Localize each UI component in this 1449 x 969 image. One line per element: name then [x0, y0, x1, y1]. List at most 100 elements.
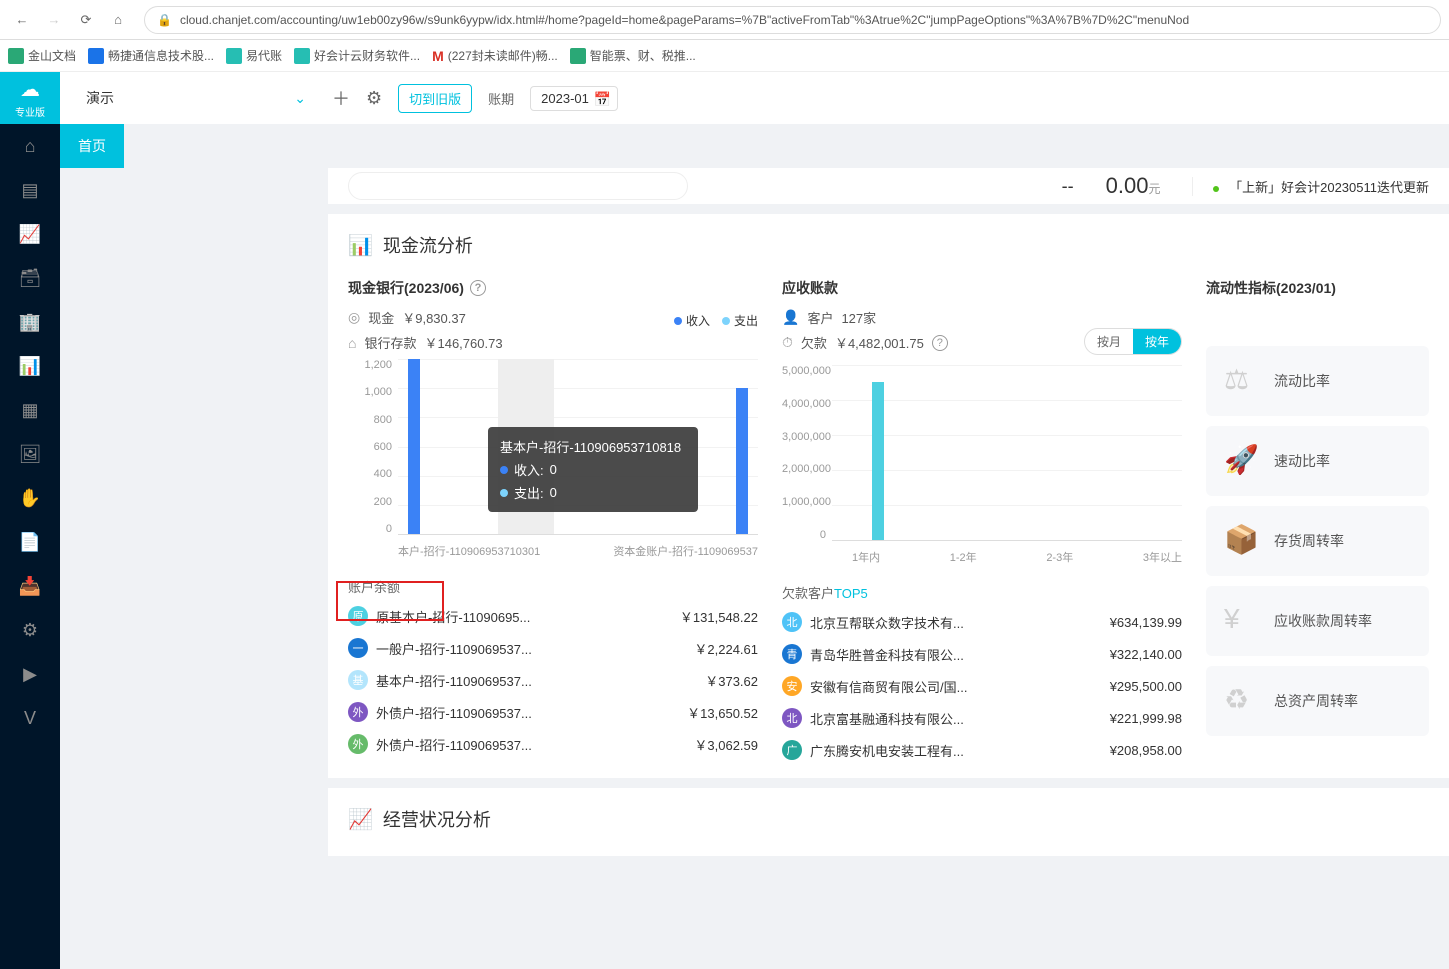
- rocket-icon: 🚀: [1224, 443, 1260, 479]
- reload-button[interactable]: ⟳: [72, 6, 100, 34]
- operation-card: 📈 经营状况分析: [328, 788, 1449, 856]
- chart-tooltip: 基本户-招行-110906953710818 收入: 0 支出: 0: [488, 427, 698, 512]
- customer-badge: 青: [782, 644, 802, 664]
- bookmark-icon: [294, 48, 310, 64]
- liquidity-panel: 流动性指标(2023/01) ⚖流动比率 🚀速动比率 📦存货周转率 ¥应收账款周…: [1206, 278, 1429, 760]
- box-icon: 📦: [1224, 523, 1260, 559]
- nav-v-icon[interactable]: V: [0, 696, 60, 740]
- debt-row[interactable]: 广广东腾安机电安装工程有...¥208,958.00: [782, 740, 1182, 760]
- bookmark-item[interactable]: 金山文档: [8, 47, 76, 64]
- nav-pic-icon[interactable]: 🖼: [0, 432, 60, 476]
- sidebar: ☁ 专业版 ⌂ ▤ 📈 🗃 🏢 📊 ▦ 🖼 ✋ 📄 📥 ⚙ ▶ V: [0, 72, 60, 969]
- debt-row[interactable]: 北北京互帮联众数字技术有...¥634,139.99: [782, 612, 1182, 632]
- clock-icon: ⏱: [782, 334, 793, 351]
- balance-row[interactable]: 外外债户-招行-1109069537...￥3,062.59: [348, 734, 758, 754]
- metric-card[interactable]: ♻总资产周转率: [1206, 666, 1429, 736]
- bookmark-item[interactable]: 易代账: [226, 47, 282, 64]
- customer-badge: 北: [782, 708, 802, 728]
- period-picker[interactable]: 2023-01 📅: [530, 86, 618, 111]
- nav-video-icon[interactable]: ▶: [0, 652, 60, 696]
- tab-bar: 首页: [60, 124, 1449, 168]
- balance-list: 原原基本户-招行-11090695...￥131,548.22 一一般户-招行-…: [348, 606, 758, 754]
- nav-jar-icon[interactable]: 🗃: [0, 256, 60, 300]
- customer-badge: 北: [782, 612, 802, 632]
- balance-row[interactable]: 外外债户-招行-1109069537...￥13,650.52: [348, 702, 758, 722]
- toggle-month[interactable]: 按月: [1085, 329, 1133, 354]
- metric-card[interactable]: 🚀速动比率: [1206, 426, 1429, 496]
- edition-label: 专业版: [15, 104, 45, 119]
- home-button[interactable]: ⌂: [104, 6, 132, 34]
- bookmark-item[interactable]: M(227封未读邮件)畅...: [432, 47, 558, 64]
- bar-income[interactable]: [736, 388, 748, 534]
- app-logo[interactable]: ☁ 专业版: [0, 72, 60, 124]
- nav-hand-icon[interactable]: ✋: [0, 476, 60, 520]
- period-label: 账期: [488, 89, 514, 108]
- bookmark-item[interactable]: 智能票、财、税推...: [570, 47, 696, 64]
- bookmark-icon: [8, 48, 24, 64]
- debt-row[interactable]: 青青岛华胜普金科技有限公...¥322,140.00: [782, 644, 1182, 664]
- bookmark-icon: [570, 48, 586, 64]
- nav-building-icon[interactable]: 🏢: [0, 300, 60, 344]
- bookmark-item[interactable]: 畅捷通信息技术股...: [88, 47, 214, 64]
- chevron-down-icon: ⌄: [294, 90, 306, 107]
- bookmark-item[interactable]: 好会计云财务软件...: [294, 47, 420, 64]
- tab-home[interactable]: 首页: [60, 124, 124, 168]
- legend-dot-out: [722, 317, 730, 325]
- metric-card[interactable]: ¥应收账款周转率: [1206, 586, 1429, 656]
- forward-button[interactable]: →: [40, 6, 68, 34]
- debt-row[interactable]: 北北京富基融通科技有限公...¥221,999.98: [782, 708, 1182, 728]
- barchart-icon: 📊: [348, 233, 373, 258]
- summary-strip: -- 0.00元 「上新」好会计20230511迭代更新: [328, 168, 1449, 204]
- nav-doc-icon[interactable]: 📄: [0, 520, 60, 564]
- news-ticker[interactable]: 「上新」好会计20230511迭代更新: [1192, 177, 1429, 196]
- address-bar[interactable]: 🔒 cloud.chanjet.com/accounting/uw1eb00zy…: [144, 6, 1441, 34]
- customer-icon: 👤: [782, 309, 799, 326]
- cloud-icon: ☁: [20, 77, 40, 102]
- nav-form-icon[interactable]: ▦: [0, 388, 60, 432]
- debt-list: 北北京互帮联众数字技术有...¥634,139.99 青青岛华胜普金科技有限公.…: [782, 612, 1182, 760]
- bar-ar[interactable]: [872, 382, 884, 540]
- calendar-icon: 📅: [593, 91, 610, 108]
- org-selector[interactable]: 演示 ⌄: [76, 82, 316, 114]
- top-header: 演示 ⌄ ＋ ⚙ 切到旧版 账期 2023-01 📅: [60, 72, 1449, 124]
- search-pill[interactable]: [348, 172, 688, 200]
- account-badge: 一: [348, 638, 368, 658]
- gear-icon[interactable]: ⚙: [366, 88, 382, 109]
- ratio-icon: ⚖: [1224, 363, 1260, 399]
- cash-icon: ◎: [348, 309, 360, 326]
- trend-icon: 📈: [348, 807, 373, 832]
- old-version-button[interactable]: 切到旧版: [398, 84, 472, 113]
- browser-toolbar: ← → ⟳ ⌂ 🔒 cloud.chanjet.com/accounting/u…: [0, 0, 1449, 40]
- bookmark-icon: [88, 48, 104, 64]
- period-toggle: 按月 按年: [1084, 328, 1182, 355]
- balance-row[interactable]: 基基本户-招行-1109069537...￥373.62: [348, 670, 758, 690]
- customer-badge: 安: [782, 676, 802, 696]
- bookmark-icon: M: [432, 48, 444, 64]
- help-icon[interactable]: ?: [932, 335, 948, 351]
- debt-heading: 欠款客户TOP5: [782, 583, 1182, 602]
- nav-inbox-icon[interactable]: 📥: [0, 564, 60, 608]
- legend-dot-in: [674, 317, 682, 325]
- account-badge: 外: [348, 702, 368, 722]
- nav-home-icon[interactable]: ⌂: [0, 124, 60, 168]
- bank-icon: ⌂: [348, 335, 356, 351]
- debt-row[interactable]: 安安徽有信商贸有限公司/国...¥295,500.00: [782, 676, 1182, 696]
- ar-bar-chart[interactable]: 5,000,000 4,000,000 3,000,000 2,000,000 …: [782, 365, 1182, 565]
- help-icon[interactable]: ?: [470, 280, 486, 296]
- balance-row[interactable]: 一一般户-招行-1109069537...￥2,224.61: [348, 638, 758, 658]
- customer-badge: 广: [782, 740, 802, 760]
- bar-income[interactable]: [408, 359, 420, 534]
- status-dot-icon: [1213, 186, 1219, 192]
- metric-card[interactable]: 📦存货周转率: [1206, 506, 1429, 576]
- nav-chart-icon[interactable]: 📈: [0, 212, 60, 256]
- cash-bar-chart[interactable]: 1,200 1,000 800 600 400 200 0: [348, 359, 758, 559]
- nav-voucher-icon[interactable]: ▤: [0, 168, 60, 212]
- nav-gear-icon[interactable]: ⚙: [0, 608, 60, 652]
- lock-icon: 🔒: [157, 13, 172, 27]
- nav-report-icon[interactable]: 📊: [0, 344, 60, 388]
- account-badge: 基: [348, 670, 368, 690]
- metric-card[interactable]: ⚖流动比率: [1206, 346, 1429, 416]
- toggle-year[interactable]: 按年: [1133, 329, 1181, 354]
- plus-icon[interactable]: ＋: [332, 85, 350, 111]
- back-button[interactable]: ←: [8, 6, 36, 34]
